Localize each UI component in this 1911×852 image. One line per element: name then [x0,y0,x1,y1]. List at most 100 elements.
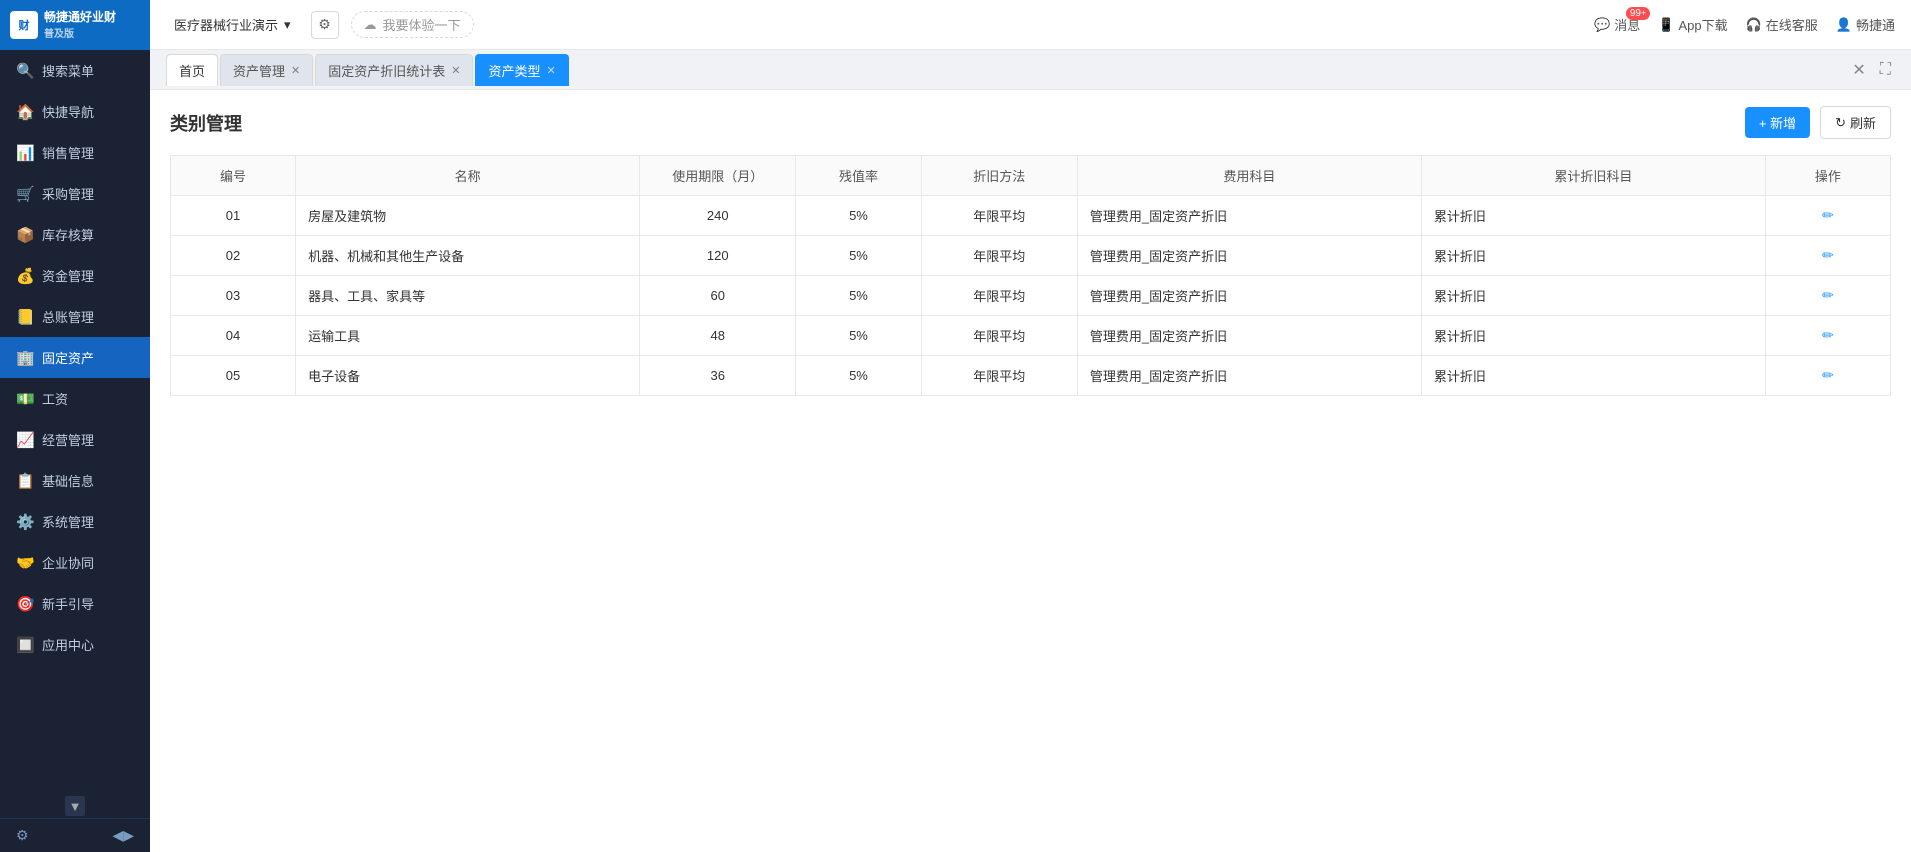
sidebar-item-label: 工资 [42,389,68,408]
phone-icon: 📱 [1658,17,1674,33]
cell-residual: 5% [796,236,921,276]
sidebar-item-label: 企业协同 [42,553,94,572]
topbar-left: 医疗器械行业演示 ▾ ⚙ ☁ 我要体验一下 [166,11,474,39]
settings-button[interactable]: ⚙ [311,11,339,39]
cell-action[interactable]: ✏ [1765,276,1890,316]
sidebar-item-purchase[interactable]: 🛒 采购管理 [0,173,150,214]
edit-button[interactable]: ✏ [1822,247,1834,263]
user-button[interactable]: 👤 畅捷通 [1836,15,1895,34]
cell-action[interactable]: ✏ [1765,236,1890,276]
sidebar-item-enterprise[interactable]: 🤝 企业协同 [0,542,150,583]
cell-residual: 5% [796,276,921,316]
sidebar-scroll-down[interactable]: ▼ [65,796,85,816]
sidebar-item-operation[interactable]: 📈 经营管理 [0,419,150,460]
cell-name: 房屋及建筑物 [296,196,640,236]
sidebar-item-apps[interactable]: 🔲 应用中心 [0,624,150,665]
sidebar-item-salary[interactable]: 💵 工资 [0,378,150,419]
sidebar-item-label: 采购管理 [42,184,94,203]
message-badge: 99+ [1626,7,1650,20]
logo-icon: 财 [10,11,38,39]
cell-no: 02 [171,236,296,276]
cell-action[interactable]: ✏ [1765,196,1890,236]
sidebar-item-label: 系统管理 [42,512,94,531]
guide-icon: 🎯 [16,595,34,613]
sidebar-item-system[interactable]: ⚙️ 系统管理 [0,501,150,542]
settings-icon[interactable]: ⚙ [16,827,29,844]
table-row: 05 电子设备 36 5% 年限平均 管理费用_固定资产折旧 累计折旧 ✏ [171,356,1891,396]
cell-expense: 管理费用_固定资产折旧 [1077,196,1421,236]
online-service-button[interactable]: 🎧 在线客服 [1746,15,1818,34]
refresh-button[interactable]: ↻ 刷新 [1820,106,1891,139]
tab-home[interactable]: 首页 [166,54,218,86]
window-expand-button[interactable]: ⛶ [1876,59,1895,81]
cell-period: 60 [640,276,796,316]
sidebar-item-label: 总账管理 [42,307,94,326]
col-header-name: 名称 [296,156,640,196]
cell-expense: 管理费用_固定资产折旧 [1077,356,1421,396]
table-row: 01 房屋及建筑物 240 5% 年限平均 管理费用_固定资产折旧 累计折旧 ✏ [171,196,1891,236]
sidebar-item-label: 经营管理 [42,430,94,449]
page-actions: + 新增 ↻ 刷新 [1745,106,1891,139]
sidebar-item-ledger[interactable]: 📒 总账管理 [0,296,150,337]
cell-accum: 累计折旧 [1421,196,1765,236]
sidebar-item-capital[interactable]: 💰 资金管理 [0,255,150,296]
collapse-icon[interactable]: ◀▶ [112,827,134,844]
cell-period: 36 [640,356,796,396]
cell-name: 电子设备 [296,356,640,396]
experience-button[interactable]: ☁ 我要体验一下 [351,11,474,38]
tab-depreciation[interactable]: 固定资产折旧统计表 ✕ [315,54,473,86]
edit-button[interactable]: ✏ [1822,287,1834,303]
sidebar-item-label: 库存核算 [42,225,94,244]
window-controls: ✕ ⛶ [1848,58,1895,82]
sidebar-item-label: 应用中心 [42,635,94,654]
cell-expense: 管理费用_固定资产折旧 [1077,276,1421,316]
app-logo: 财 畅捷通好业财 普及版 [0,0,150,50]
sales-icon: 📊 [16,144,34,162]
cell-action[interactable]: ✏ [1765,316,1890,356]
col-header-expense: 费用科目 [1077,156,1421,196]
tab-asset-mgmt[interactable]: 资产管理 ✕ [220,54,313,86]
sidebar-item-guide[interactable]: 🎯 新手引导 [0,583,150,624]
cell-action[interactable]: ✏ [1765,356,1890,396]
add-button[interactable]: + 新增 [1745,107,1810,138]
window-close-button[interactable]: ✕ [1848,58,1869,82]
page-header: 类别管理 + 新增 ↻ 刷新 [170,106,1891,139]
tab-depreciation-close[interactable]: ✕ [451,64,460,77]
edit-button[interactable]: ✏ [1822,207,1834,223]
tab-asset-mgmt-close[interactable]: ✕ [291,64,300,77]
sidebar-item-search[interactable]: 🔍 搜索菜单 [0,50,150,91]
system-icon: ⚙️ [16,513,34,531]
tabbar: 首页 资产管理 ✕ 固定资产折旧统计表 ✕ 资产类型 ✕ ✕ ⛶ [150,50,1911,90]
operation-icon: 📈 [16,431,34,449]
col-header-action: 操作 [1765,156,1890,196]
edit-button[interactable]: ✏ [1822,327,1834,343]
message-button[interactable]: 💬 消息 99+ [1594,15,1640,34]
sidebar: 财 畅捷通好业财 普及版 🔍 搜索菜单 🏠 快捷导航 📊 销售管理 🛒 采购管理… [0,0,150,852]
col-header-no: 编号 [171,156,296,196]
sidebar-item-label: 固定资产 [42,348,94,367]
col-header-period: 使用期限（月） [640,156,796,196]
cell-no: 03 [171,276,296,316]
edit-button[interactable]: ✏ [1822,367,1834,383]
sidebar-item-label: 资金管理 [42,266,94,285]
cell-method: 年限平均 [921,356,1077,396]
topbar: 医疗器械行业演示 ▾ ⚙ ☁ 我要体验一下 💬 消息 99+ 📱 App下载 [150,0,1911,50]
tab-asset-type[interactable]: 资产类型 ✕ [475,54,568,86]
sidebar-item-label: 销售管理 [42,143,94,162]
topbar-right: 💬 消息 99+ 📱 App下载 🎧 在线客服 👤 畅捷通 [1594,15,1895,34]
app-download-button[interactable]: 📱 App下载 [1658,15,1727,34]
sidebar-item-sales[interactable]: 📊 销售管理 [0,132,150,173]
table-row: 02 机器、机械和其他生产设备 120 5% 年限平均 管理费用_固定资产折旧 … [171,236,1891,276]
ledger-icon: 📒 [16,308,34,326]
sidebar-item-inventory[interactable]: 📦 库存核算 [0,214,150,255]
main-area: 医疗器械行业演示 ▾ ⚙ ☁ 我要体验一下 💬 消息 99+ 📱 App下载 [150,0,1911,852]
sidebar-item-quicknav[interactable]: 🏠 快捷导航 [0,91,150,132]
cell-no: 04 [171,316,296,356]
col-header-accum: 累计折旧科目 [1421,156,1765,196]
company-selector[interactable]: 医疗器械行业演示 ▾ [166,11,299,38]
sidebar-item-fixed-assets[interactable]: 🏢 固定资产 [0,337,150,378]
cell-period: 240 [640,196,796,236]
app-name: 畅捷通好业财 [44,10,116,24]
tab-asset-type-close[interactable]: ✕ [547,64,556,77]
sidebar-item-basic[interactable]: 📋 基础信息 [0,460,150,501]
